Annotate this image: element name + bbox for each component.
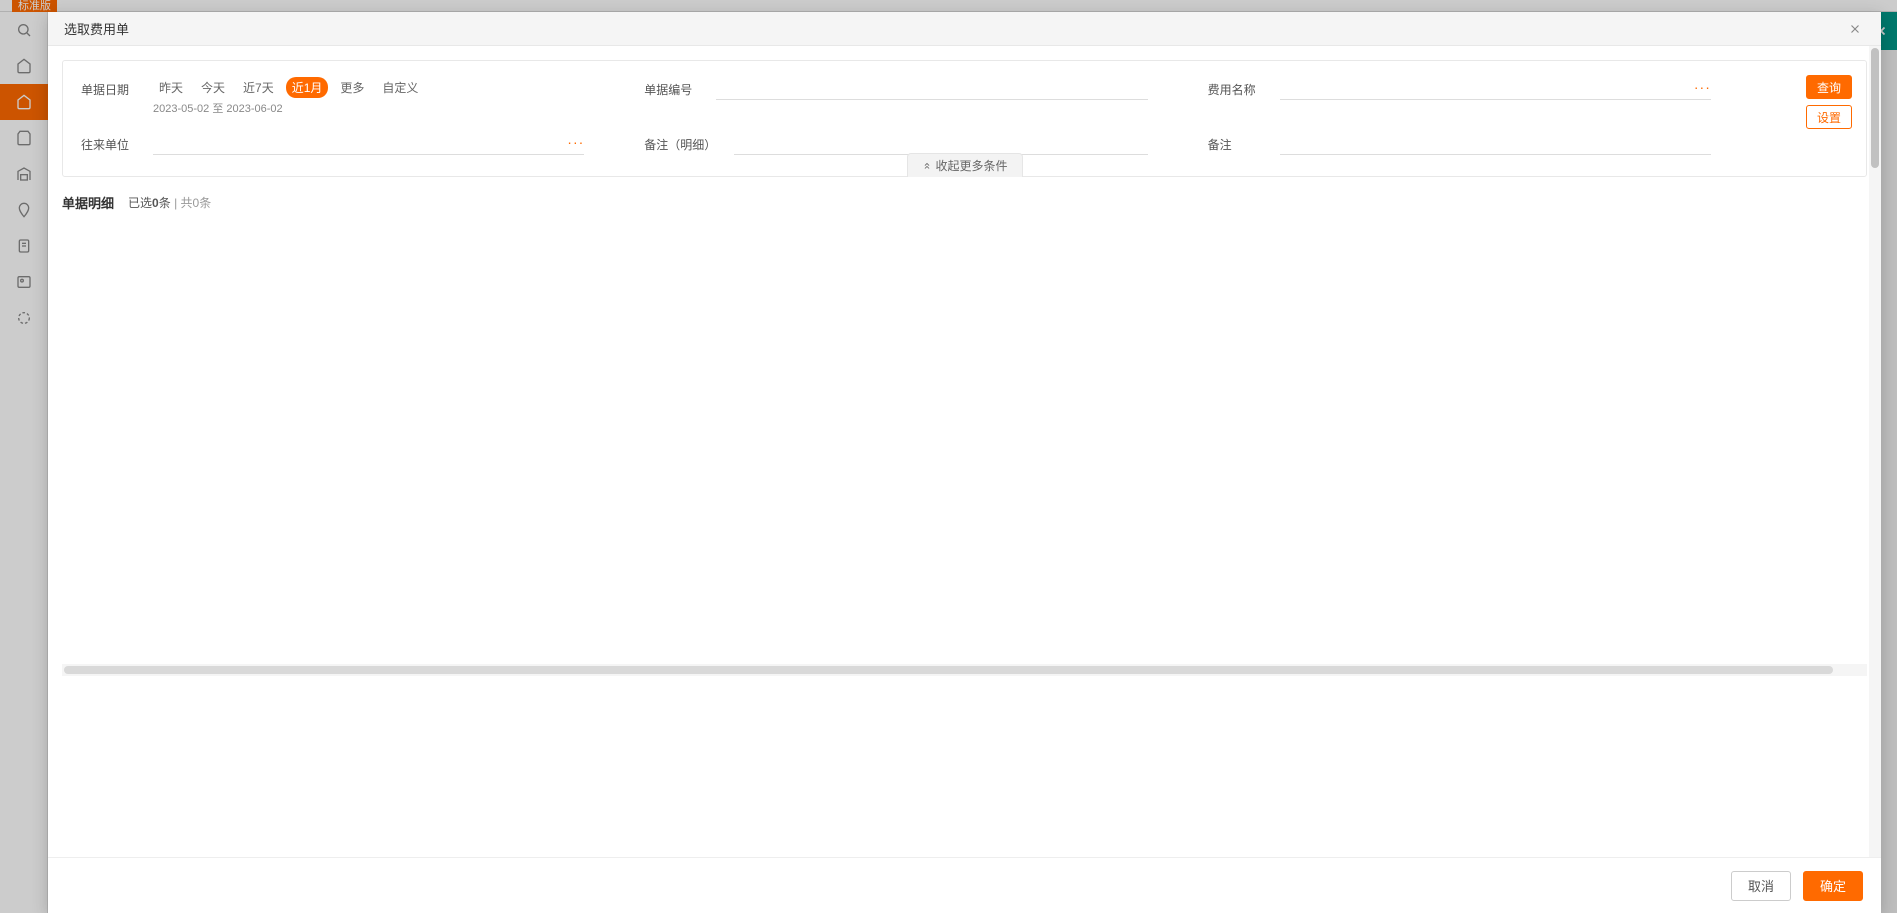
fee-name-picker-icon[interactable]: ··· bbox=[1694, 79, 1711, 95]
filter-doc-no: 单据编号 bbox=[644, 77, 1207, 116]
filter-panel: 单据日期 昨天 今天 近7天 近1月 更多 自定义 2023-05-02 至 2… bbox=[62, 60, 1867, 177]
date-opt-yesterday[interactable]: 昨天 bbox=[153, 77, 189, 98]
modal-title: 选取费用单 bbox=[64, 19, 1845, 38]
date-range-text: 2023-05-02 至 2023-06-02 bbox=[153, 100, 584, 116]
query-button[interactable]: 查询 bbox=[1806, 75, 1852, 99]
vertical-scrollbar[interactable] bbox=[1869, 46, 1881, 857]
date-options: 昨天 今天 近7天 近1月 更多 自定义 bbox=[153, 77, 584, 98]
filter-date: 单据日期 昨天 今天 近7天 近1月 更多 自定义 2023-05-02 至 2… bbox=[81, 77, 644, 116]
filter-doc-no-label: 单据编号 bbox=[644, 77, 716, 98]
modal-footer: 取消 确定 bbox=[48, 857, 1881, 913]
detail-count: 已选0条 | 共0条 bbox=[128, 194, 211, 211]
modal-close-button[interactable] bbox=[1845, 19, 1865, 39]
selected-prefix: 已选 bbox=[128, 196, 152, 210]
vscroll-thumb[interactable] bbox=[1871, 48, 1879, 168]
filter-remark: 备注 bbox=[1208, 132, 1771, 160]
filter-remark-detail-label: 备注（明细） bbox=[644, 132, 734, 153]
filter-date-label: 单据日期 bbox=[81, 77, 153, 98]
filter-fee-name: 费用名称 ··· bbox=[1208, 77, 1771, 116]
detail-title: 单据明细 bbox=[62, 193, 114, 212]
cancel-button[interactable]: 取消 bbox=[1731, 871, 1791, 901]
fee-name-input[interactable] bbox=[1280, 77, 1711, 100]
modal-body: 单据日期 昨天 今天 近7天 近1月 更多 自定义 2023-05-02 至 2… bbox=[48, 46, 1881, 857]
remark-input[interactable] bbox=[1280, 132, 1711, 155]
settings-button[interactable]: 设置 bbox=[1806, 105, 1852, 129]
collapse-label: 收起更多条件 bbox=[935, 157, 1007, 174]
count-separator: | bbox=[171, 196, 181, 210]
date-opt-more[interactable]: 更多 bbox=[334, 77, 370, 98]
selected-suffix: 条 bbox=[159, 196, 171, 210]
remark-detail-input[interactable] bbox=[734, 132, 1147, 155]
filter-actions: 查询 设置 bbox=[1806, 75, 1852, 129]
date-opt-custom[interactable]: 自定义 bbox=[376, 77, 424, 98]
partner-input[interactable] bbox=[153, 132, 584, 155]
collapse-conditions-button[interactable]: 收起更多条件 bbox=[906, 153, 1022, 177]
double-chevron-up-icon bbox=[921, 161, 931, 171]
filter-partner-label: 往来单位 bbox=[81, 132, 153, 153]
date-opt-today[interactable]: 今天 bbox=[195, 77, 231, 98]
date-opt-1month[interactable]: 近1月 bbox=[286, 77, 329, 98]
total-prefix: 共 bbox=[181, 196, 193, 210]
select-fee-modal: 选取费用单 单据日期 昨天 今天 近7天 近1月 更多 bbox=[48, 12, 1881, 913]
close-icon bbox=[1848, 22, 1862, 36]
doc-no-input[interactable] bbox=[716, 77, 1147, 100]
horizontal-scrollbar[interactable] bbox=[62, 664, 1867, 676]
detail-table-area bbox=[62, 220, 1867, 660]
date-opt-7days[interactable]: 近7天 bbox=[237, 77, 280, 98]
hscroll-thumb[interactable] bbox=[64, 666, 1833, 674]
total-suffix: 条 bbox=[199, 196, 211, 210]
selected-count: 0 bbox=[152, 196, 159, 210]
modal-header: 选取费用单 bbox=[48, 12, 1881, 46]
partner-picker-icon[interactable]: ··· bbox=[567, 134, 584, 150]
filter-fee-name-label: 费用名称 bbox=[1208, 77, 1280, 98]
filter-partner: 往来单位 ··· bbox=[81, 132, 644, 160]
filter-remark-label: 备注 bbox=[1208, 132, 1280, 153]
confirm-button[interactable]: 确定 bbox=[1803, 871, 1863, 901]
detail-header: 单据明细 已选0条 | 共0条 bbox=[62, 193, 1867, 212]
